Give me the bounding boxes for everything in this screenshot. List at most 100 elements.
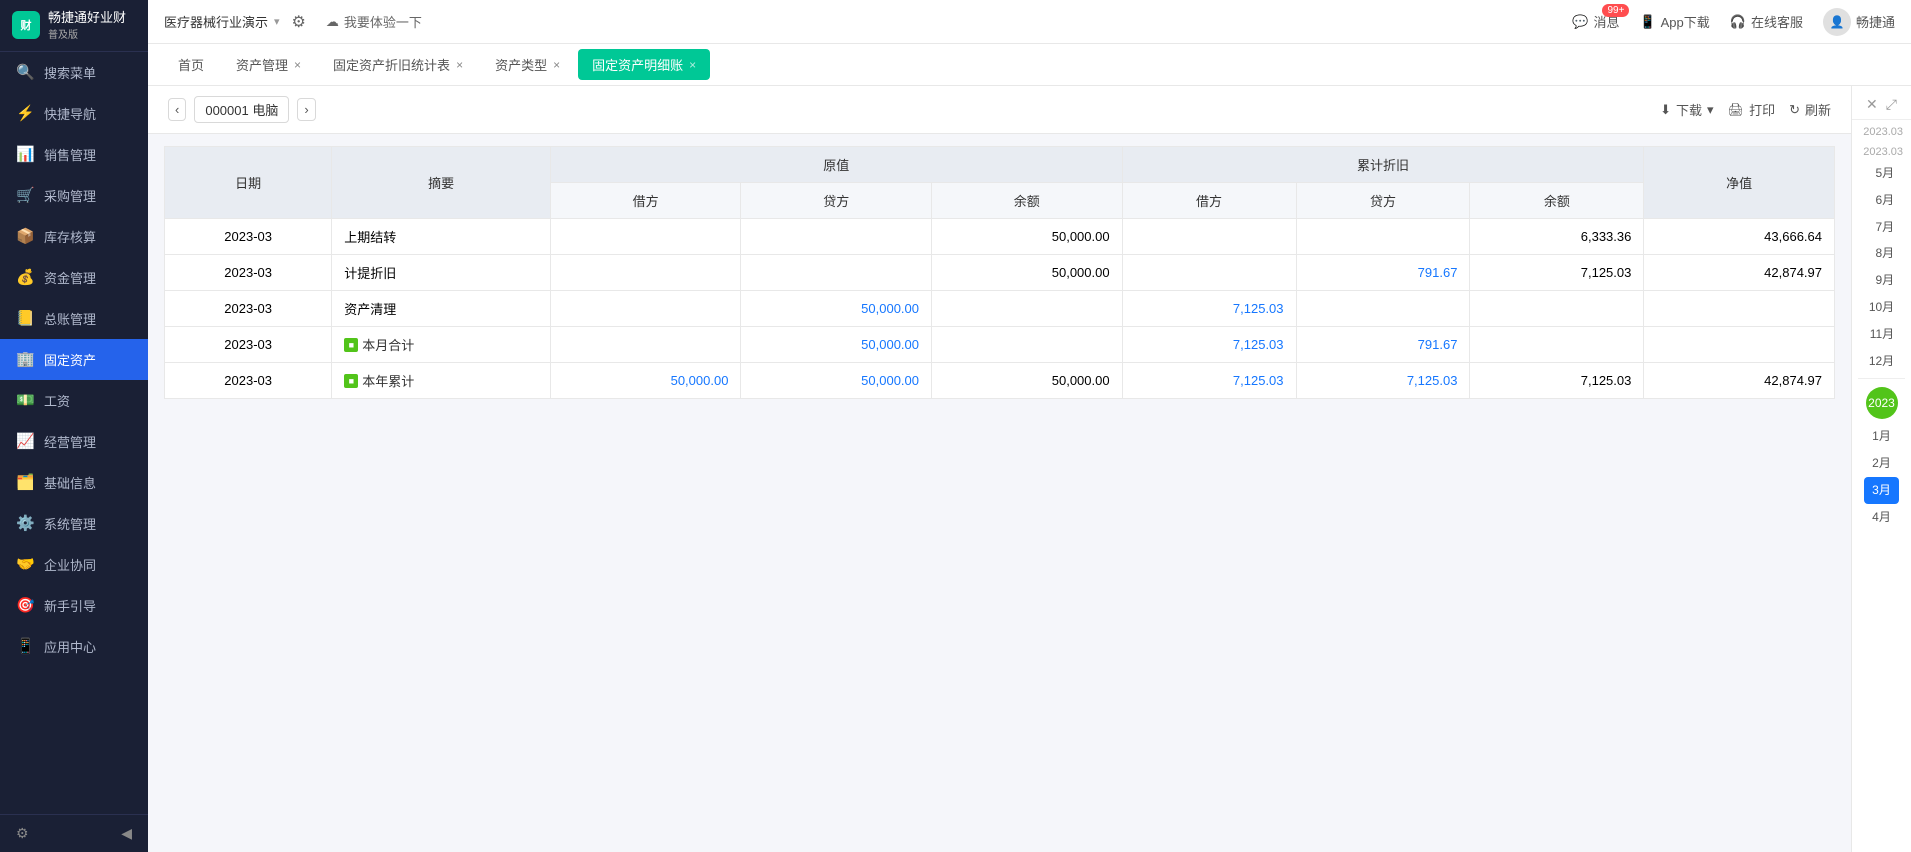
sidebar-item-baseinfo[interactable]: 🗂️ 基础信息 <box>0 462 148 503</box>
experience-btn[interactable]: ☁ 我要体验一下 <box>326 12 422 31</box>
sidebar-item-search[interactable]: 🔍 搜索菜单 <box>0 52 148 93</box>
search-icon: 🔍 <box>16 63 34 81</box>
tab-home[interactable]: 首页 <box>164 49 218 80</box>
messages-btn[interactable]: 💬 消息 99+ <box>1572 12 1619 31</box>
ledger-icon: 📒 <box>16 309 34 327</box>
sidebar: 财 畅捷通好业财 普及版 🔍 搜索菜单⚡ 快捷导航📊 销售管理🛒 采购管理📦 库… <box>0 0 148 852</box>
company-selector[interactable]: 医疗器械行业演示 ▾ <box>164 12 280 31</box>
table-row: 2023-03 计提折旧 50,000.00 791.67 7,125.03 4… <box>165 255 1835 291</box>
sidebar-item-bizcollab[interactable]: 🤝 企业协同 <box>0 544 148 585</box>
timeline-month[interactable]: 6月 <box>1861 187 1902 214</box>
sidebar-label-bizcollab: 企业协同 <box>44 555 96 574</box>
table-container: 日期 摘要 原值 累计折旧 净值 借方 贷方 余额 借方 贷方 余额 <box>148 134 1851 852</box>
sidebar-item-operations[interactable]: 📈 经营管理 <box>0 421 148 462</box>
tab-depreciation-stats[interactable]: 固定资产折旧统计表× <box>319 49 477 80</box>
sidebar-item-newguide[interactable]: 🎯 新手引导 <box>0 585 148 626</box>
timeline-year-top: 2023.03 <box>1852 120 1911 140</box>
timeline-month[interactable]: 12月 <box>1861 348 1902 375</box>
sidebar-label-operations: 经营管理 <box>44 432 96 451</box>
next-asset-btn[interactable]: › <box>297 98 315 121</box>
tab-close-asset-detail[interactable]: × <box>689 58 696 72</box>
row-date: 2023-03 <box>165 291 332 327</box>
sidebar-label-sysmanage: 系统管理 <box>44 514 96 533</box>
col-orig-debit: 借方 <box>550 183 741 219</box>
row-acc-debit: 7,125.03 <box>1122 327 1296 363</box>
row-acc-credit <box>1296 291 1470 327</box>
timeline-month[interactable]: 2月 <box>1864 450 1899 477</box>
refresh-btn[interactable]: ↻ 刷新 <box>1789 100 1831 119</box>
row-acc-balance: 7,125.03 <box>1470 255 1644 291</box>
timeline-month[interactable]: 8月 <box>1861 240 1902 267</box>
timeline-months-before: 5月6月7月8月9月10月11月12月 <box>1861 160 1902 374</box>
headset-icon: 🎧 <box>1730 14 1746 30</box>
sidebar-item-appcenter[interactable]: 📱 应用中心 <box>0 626 148 667</box>
tab-close-depreciation-stats[interactable]: × <box>456 58 463 72</box>
timeline-year-second: 2023.03 <box>1852 140 1911 160</box>
sidebar-item-sales[interactable]: 📊 销售管理 <box>0 134 148 175</box>
timeline-year-badge[interactable]: 2023 <box>1866 387 1898 419</box>
timeline-month[interactable]: 7月 <box>1861 214 1902 241</box>
row-orig-debit <box>550 255 741 291</box>
table-row: 2023-03 上期结转 50,000.00 6,333.36 43,666.6… <box>165 219 1835 255</box>
row-orig-credit: 50,000.00 <box>741 327 932 363</box>
sales-icon: 📊 <box>16 145 34 163</box>
prev-asset-btn[interactable]: ‹ <box>168 98 186 121</box>
print-btn[interactable]: 🖨 打印 <box>1728 100 1776 119</box>
timeline-month[interactable]: 4月 <box>1864 504 1899 531</box>
row-net-value: 42,874.97 <box>1644 363 1835 399</box>
timeline-month[interactable]: 5月 <box>1861 160 1902 187</box>
user-profile[interactable]: 👤 畅捷通 <box>1823 8 1895 36</box>
sidebar-label-finance: 资金管理 <box>44 268 96 287</box>
sidebar-item-quicknav[interactable]: ⚡ 快捷导航 <box>0 93 148 134</box>
logo-icon: 财 <box>12 11 40 39</box>
row-summary: 计提折旧 <box>332 255 551 291</box>
sidebar-item-finance[interactable]: 💰 资金管理 <box>0 257 148 298</box>
tab-close-asset-type[interactable]: × <box>553 58 560 72</box>
timeline-close-btn[interactable]: ✕ <box>1866 96 1878 113</box>
app-download-btn[interactable]: 📱 App下载 <box>1639 12 1709 31</box>
collapse-icon[interactable]: ◀ <box>121 825 132 842</box>
col-orig-credit: 贷方 <box>741 183 932 219</box>
sidebar-item-sysmanage[interactable]: ⚙️ 系统管理 <box>0 503 148 544</box>
asset-code: 000001 电脑 <box>194 96 289 123</box>
row-summary: 上期结转 <box>332 219 551 255</box>
customer-service-btn[interactable]: 🎧 在线客服 <box>1730 12 1803 31</box>
summary-badge: ■本年累计 <box>344 371 414 390</box>
timeline-month[interactable]: 1月 <box>1864 423 1899 450</box>
tab-asset-manage[interactable]: 资产管理× <box>222 49 315 80</box>
sidebar-item-fixedassets[interactable]: 🏢 固定资产 <box>0 339 148 380</box>
sidebar-label-search: 搜索菜单 <box>44 63 96 82</box>
row-orig-debit <box>550 291 741 327</box>
sidebar-item-salary[interactable]: 💵 工资 <box>0 380 148 421</box>
tab-close-asset-manage[interactable]: × <box>294 58 301 72</box>
tab-label-asset-type: 资产类型 <box>495 55 547 74</box>
topbar-settings-icon[interactable]: ⚙ <box>292 12 306 32</box>
table-row: 2023-03 ■本月合计 50,000.00 7,125.03 791.67 <box>165 327 1835 363</box>
timeline-month[interactable]: 11月 <box>1861 321 1902 348</box>
timeline-month[interactable]: 9月 <box>1861 267 1902 294</box>
col-original-value: 原值 <box>550 147 1122 183</box>
settings-icon[interactable]: ⚙ <box>16 825 29 842</box>
sidebar-item-ledger[interactable]: 📒 总账管理 <box>0 298 148 339</box>
sidebar-bottom: ⚙ ◀ <box>0 814 148 852</box>
download-btn[interactable]: ⬇ 下载 ▾ <box>1660 100 1713 119</box>
row-net-value: 42,874.97 <box>1644 255 1835 291</box>
tab-asset-detail[interactable]: 固定资产明细账× <box>578 49 710 80</box>
tabs-bar: 首页资产管理×固定资产折旧统计表×资产类型×固定资产明细账× <box>148 44 1911 86</box>
message-icon: 💬 <box>1572 14 1588 30</box>
sidebar-item-purchase[interactable]: 🛒 采购管理 <box>0 175 148 216</box>
sidebar-label-inventory: 库存核算 <box>44 227 96 246</box>
timeline-month[interactable]: 10月 <box>1861 294 1902 321</box>
timeline-month[interactable]: 3月 <box>1864 477 1899 504</box>
sidebar-label-purchase: 采购管理 <box>44 186 96 205</box>
tab-asset-type[interactable]: 资产类型 × <box>481 49 574 80</box>
sidebar-item-inventory[interactable]: 📦 库存核算 <box>0 216 148 257</box>
row-net-value <box>1644 291 1835 327</box>
sidebar-label-ledger: 总账管理 <box>44 309 96 328</box>
timeline-expand-btn[interactable]: ⤢ <box>1886 96 1897 113</box>
col-acc-balance: 余额 <box>1470 183 1644 219</box>
content-area: ‹ 000001 电脑 › ⬇ 下载 ▾ 🖨 打印 ↻ <box>148 86 1911 852</box>
main-area: 医疗器械行业演示 ▾ ⚙ ☁ 我要体验一下 💬 消息 99+ 📱 App下载 🎧… <box>148 0 1911 852</box>
refresh-icon: ↻ <box>1789 102 1800 118</box>
total-icon: ■ <box>344 374 358 388</box>
